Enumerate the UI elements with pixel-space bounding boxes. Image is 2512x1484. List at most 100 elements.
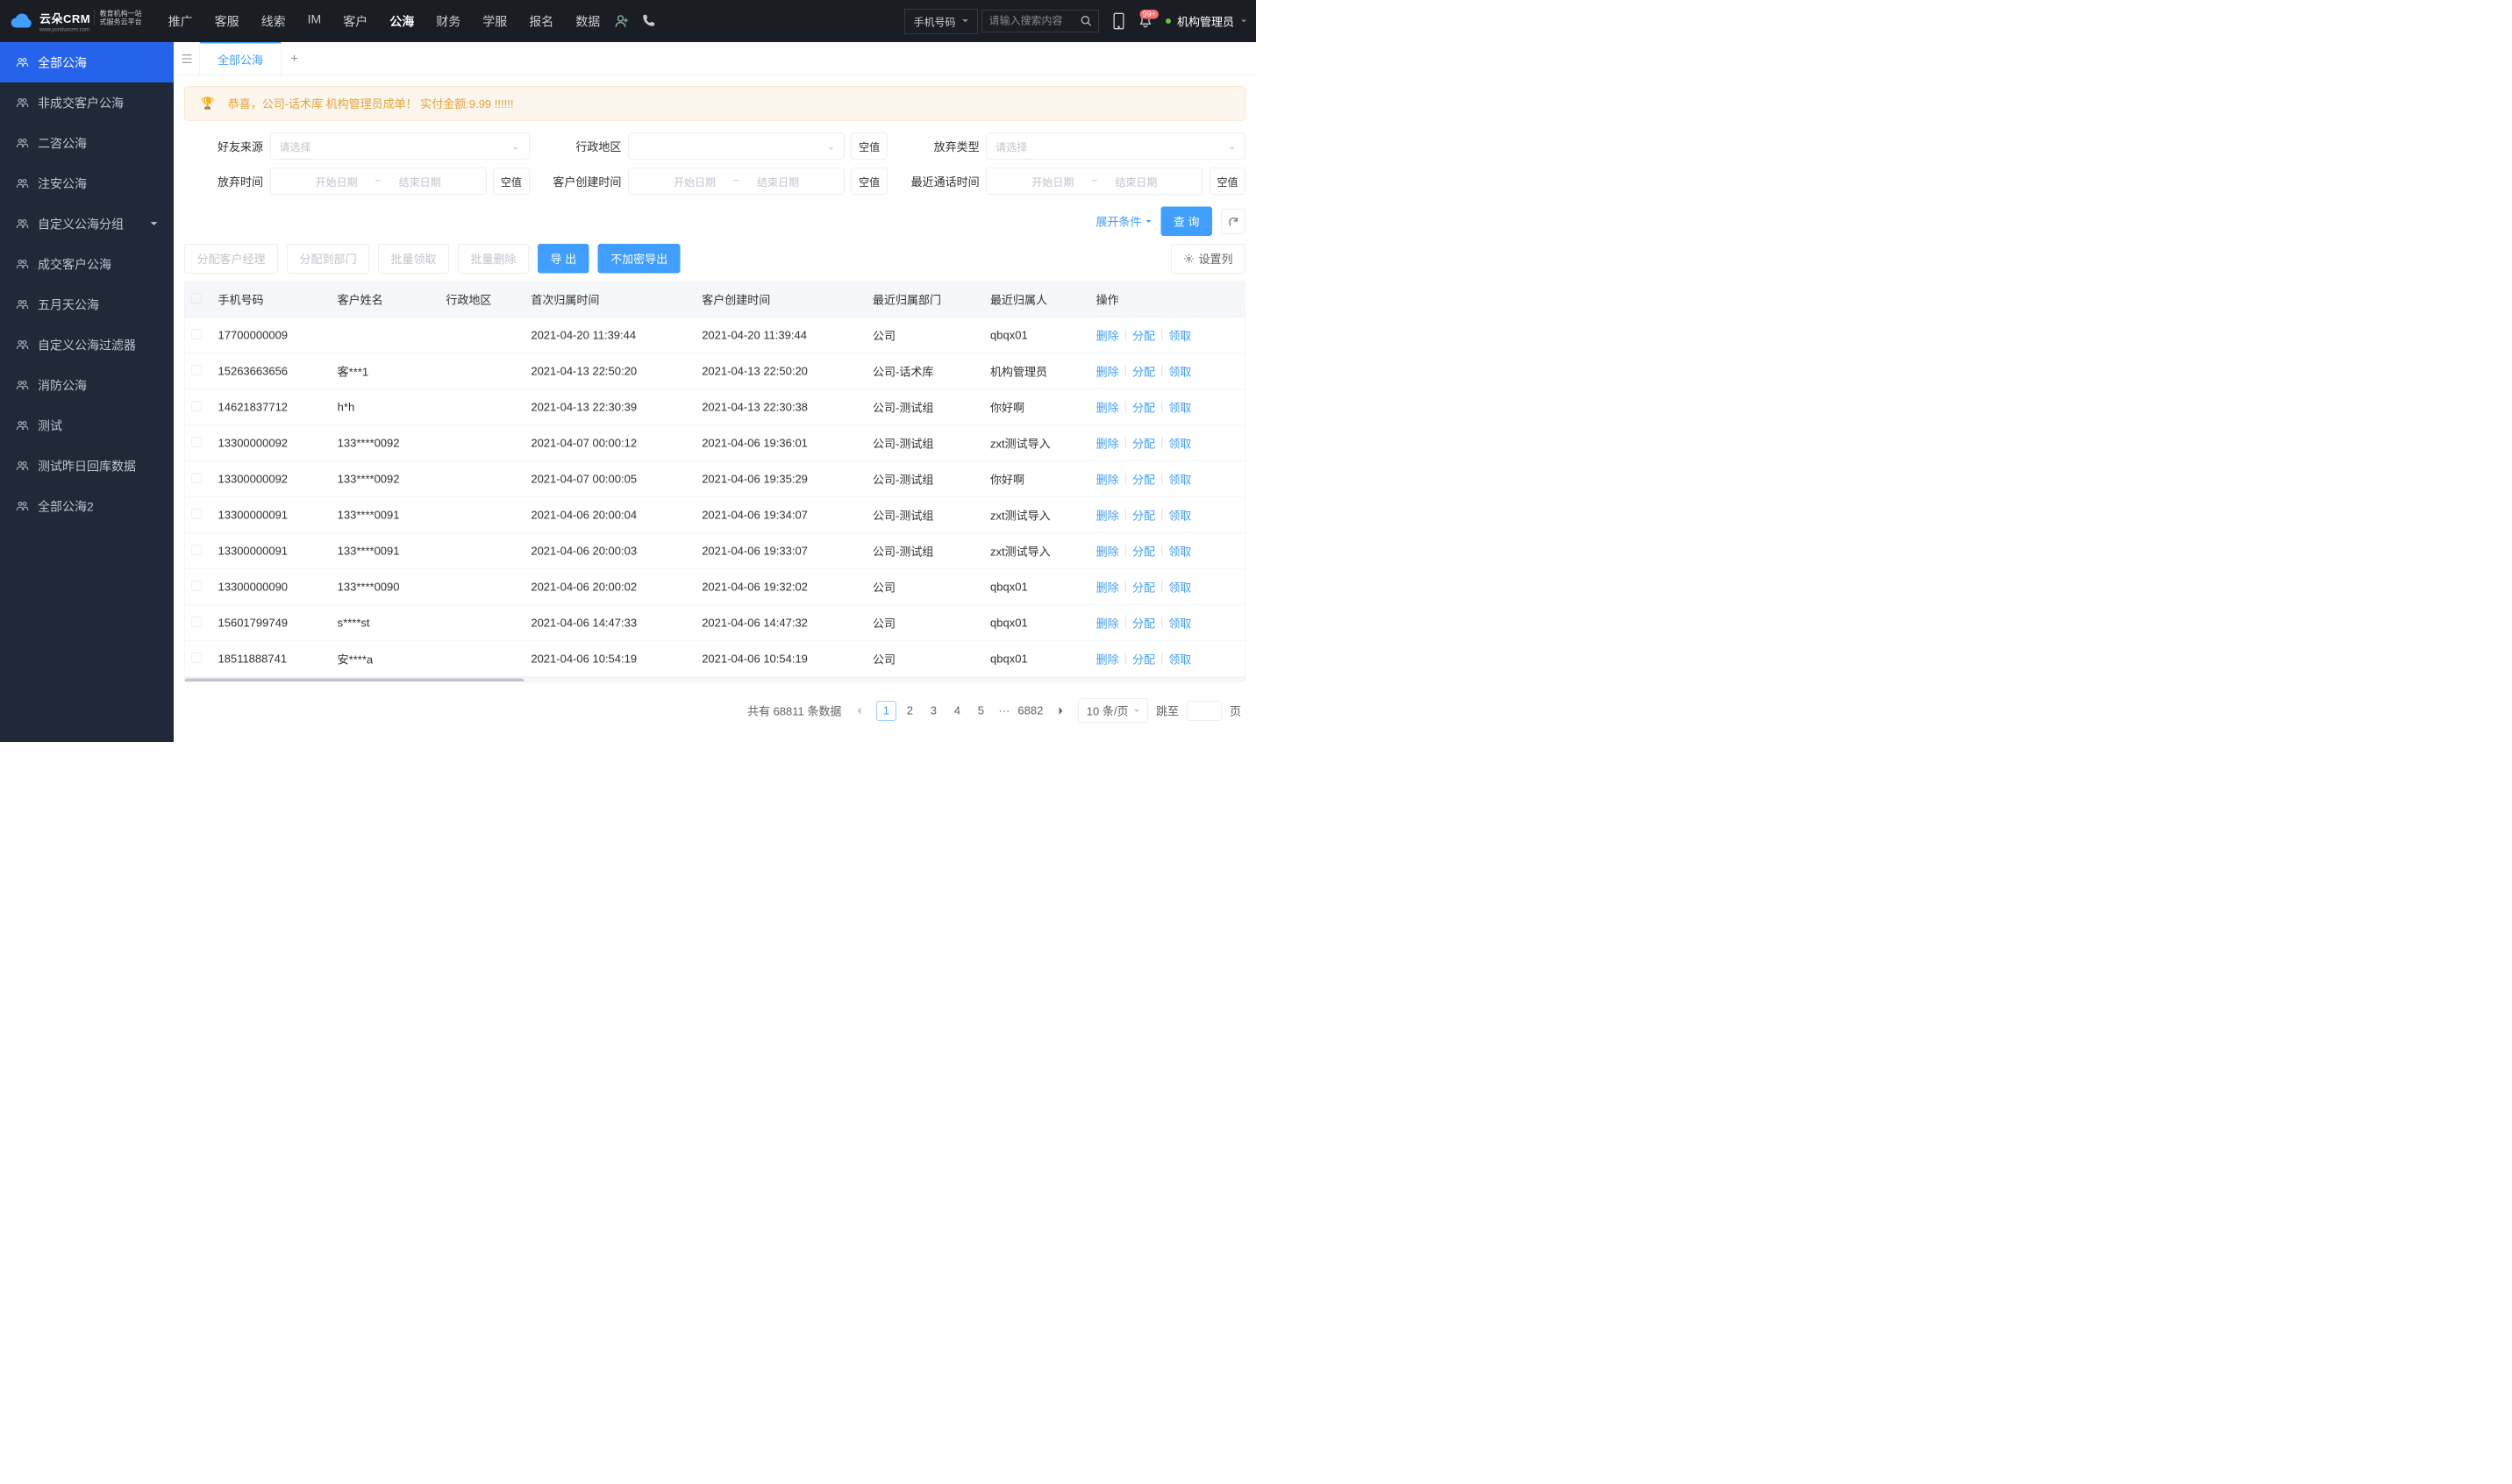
page-size-select[interactable]: 10 条/页: [1078, 699, 1148, 724]
row-assign-link[interactable]: 分配: [1132, 507, 1155, 524]
create-time-range[interactable]: 开始日期~结束日期: [628, 168, 844, 195]
row-claim-link[interactable]: 领取: [1168, 435, 1191, 452]
region-null-button[interactable]: 空值: [852, 133, 888, 160]
row-delete-link[interactable]: 删除: [1096, 327, 1119, 344]
pager-last-page[interactable]: 6882: [1017, 701, 1043, 720]
row-delete-link[interactable]: 删除: [1096, 507, 1119, 524]
row-delete-link[interactable]: 删除: [1096, 651, 1119, 667]
sidebar-item[interactable]: 测试: [0, 405, 174, 446]
nav-item[interactable]: IM: [303, 9, 326, 33]
refresh-button[interactable]: [1221, 209, 1245, 233]
sidebar-item[interactable]: 非成交客户公海: [0, 82, 174, 123]
row-assign-link[interactable]: 分配: [1132, 471, 1155, 488]
scrollbar-thumb[interactable]: [185, 679, 525, 682]
sidebar-item[interactable]: 二咨公海: [0, 123, 174, 163]
nav-item[interactable]: 财务: [432, 9, 465, 33]
batch-claim-button[interactable]: 批量领取: [378, 244, 449, 274]
assign-dept-button[interactable]: 分配到部门: [287, 244, 369, 274]
sidebar-item[interactable]: 全部公海: [0, 42, 174, 82]
mobile-icon[interactable]: [1112, 12, 1125, 30]
row-assign-link[interactable]: 分配: [1132, 399, 1155, 416]
row-assign-link[interactable]: 分配: [1132, 543, 1155, 560]
tab-all-public[interactable]: 全部公海: [200, 42, 282, 75]
row-claim-link[interactable]: 领取: [1168, 363, 1191, 380]
batch-delete-button[interactable]: 批量删除: [458, 244, 529, 274]
row-checkbox[interactable]: [192, 510, 202, 519]
abandon-time-range[interactable]: 开始日期~结束日期: [270, 168, 486, 195]
row-assign-link[interactable]: 分配: [1132, 435, 1155, 452]
pager-page[interactable]: 2: [900, 701, 919, 720]
select-all-checkbox[interactable]: [192, 294, 202, 303]
abandon-time-null-button[interactable]: 空值: [493, 168, 529, 195]
row-assign-link[interactable]: 分配: [1132, 327, 1155, 344]
row-checkbox[interactable]: [192, 617, 202, 627]
row-claim-link[interactable]: 领取: [1168, 579, 1191, 596]
sidebar-item[interactable]: 自定义公海分组: [0, 203, 174, 244]
row-claim-link[interactable]: 领取: [1168, 507, 1191, 524]
row-assign-link[interactable]: 分配: [1132, 579, 1155, 596]
pager-page[interactable]: 3: [924, 701, 943, 720]
sidebar-item[interactable]: 五月天公海: [0, 284, 174, 325]
friend-source-select[interactable]: 请选择 ⌄: [270, 133, 529, 160]
pager-page[interactable]: 4: [947, 701, 967, 720]
row-checkbox[interactable]: [192, 366, 202, 375]
phone-icon[interactable]: [639, 12, 657, 30]
pager-next-button[interactable]: [1051, 701, 1070, 720]
last-call-null-button[interactable]: 空值: [1210, 168, 1245, 195]
query-button[interactable]: 查 询: [1160, 207, 1212, 237]
tabs-toggle-button[interactable]: [174, 42, 200, 75]
row-checkbox[interactable]: [192, 402, 202, 411]
row-delete-link[interactable]: 删除: [1096, 543, 1119, 560]
row-delete-link[interactable]: 删除: [1096, 579, 1119, 596]
row-claim-link[interactable]: 领取: [1168, 543, 1191, 560]
nav-item[interactable]: 客服: [211, 9, 244, 33]
row-checkbox[interactable]: [192, 330, 202, 339]
add-user-icon[interactable]: [613, 12, 631, 30]
sidebar-item[interactable]: 消防公海: [0, 365, 174, 405]
row-assign-link[interactable]: 分配: [1132, 363, 1155, 380]
sidebar-item[interactable]: 测试昨日回库数据: [0, 446, 174, 486]
page-jump-input[interactable]: [1187, 701, 1222, 720]
nav-item[interactable]: 推广: [164, 9, 197, 33]
nav-item[interactable]: 学服: [478, 9, 511, 33]
sidebar-item[interactable]: 成交客户公海: [0, 244, 174, 284]
row-checkbox[interactable]: [192, 653, 202, 663]
user-menu[interactable]: 机构管理员: [1166, 13, 1247, 30]
row-checkbox[interactable]: [192, 546, 202, 555]
last-call-range[interactable]: 开始日期~结束日期: [987, 168, 1202, 195]
pager-prev-button[interactable]: [849, 701, 868, 720]
sidebar-item[interactable]: 注安公海: [0, 163, 174, 203]
row-assign-link[interactable]: 分配: [1132, 615, 1155, 631]
row-claim-link[interactable]: 领取: [1168, 615, 1191, 631]
search-input[interactable]: [981, 11, 1074, 32]
assign-manager-button[interactable]: 分配客户经理: [184, 244, 278, 274]
row-delete-link[interactable]: 删除: [1096, 363, 1119, 380]
row-assign-link[interactable]: 分配: [1132, 651, 1155, 667]
abandon-type-select[interactable]: 请选择 ⌄: [987, 133, 1245, 160]
row-claim-link[interactable]: 领取: [1168, 651, 1191, 667]
row-checkbox[interactable]: [192, 474, 202, 483]
row-delete-link[interactable]: 删除: [1096, 435, 1119, 452]
row-claim-link[interactable]: 领取: [1168, 399, 1191, 416]
tab-add-button[interactable]: +: [282, 51, 308, 66]
nav-item[interactable]: 数据: [571, 9, 604, 33]
row-delete-link[interactable]: 删除: [1096, 399, 1119, 416]
row-checkbox[interactable]: [192, 581, 202, 591]
nav-item[interactable]: 公海: [385, 9, 418, 33]
expand-filters-link[interactable]: 展开条件: [1095, 213, 1152, 230]
pager-page[interactable]: 1: [876, 701, 896, 720]
search-button[interactable]: [1074, 11, 1098, 31]
columns-button[interactable]: 设置列: [1171, 244, 1245, 274]
horizontal-scrollbar[interactable]: [185, 677, 1245, 682]
row-claim-link[interactable]: 领取: [1168, 471, 1191, 488]
sidebar-item[interactable]: 自定义公海过滤器: [0, 325, 174, 365]
row-checkbox[interactable]: [192, 438, 202, 447]
nav-item[interactable]: 线索: [257, 9, 290, 33]
region-select[interactable]: ⌄: [628, 133, 844, 160]
row-delete-link[interactable]: 删除: [1096, 471, 1119, 488]
notifications-button[interactable]: 99+: [1138, 13, 1153, 29]
nav-item[interactable]: 客户: [339, 9, 372, 33]
create-time-null-button[interactable]: 空值: [852, 168, 888, 195]
sidebar-item[interactable]: 全部公海2: [0, 486, 174, 526]
export-plain-button[interactable]: 不加密导出: [598, 244, 681, 274]
